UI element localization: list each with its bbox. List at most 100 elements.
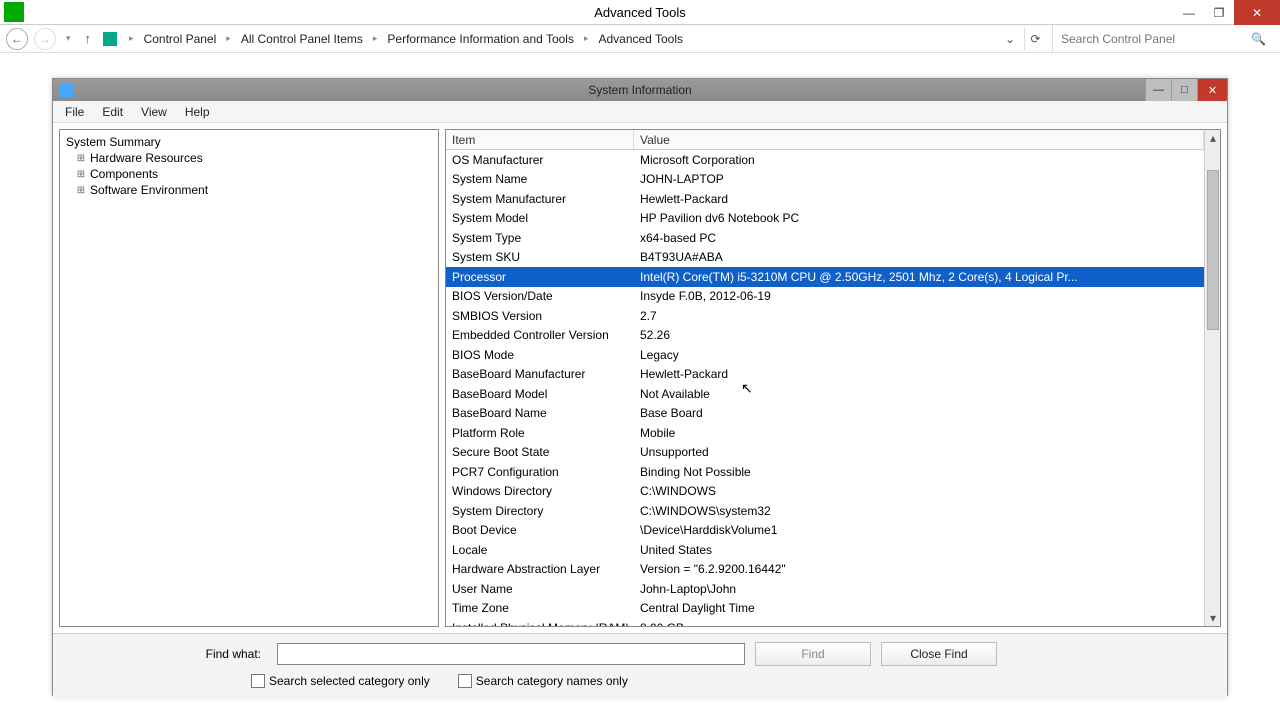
- inner-titlebar[interactable]: System Information — □ ✕: [53, 79, 1227, 101]
- table-row[interactable]: Secure Boot StateUnsupported: [446, 443, 1204, 463]
- up-button[interactable]: ↑: [81, 31, 96, 46]
- minimize-button[interactable]: —: [1174, 0, 1204, 25]
- table-row[interactable]: BaseBoard ModelNot Available: [446, 384, 1204, 404]
- table-row[interactable]: User NameJohn-Laptop\John: [446, 579, 1204, 599]
- details-header[interactable]: Item Value: [446, 130, 1204, 150]
- tree-item-software[interactable]: ⊞ Software Environment: [62, 182, 436, 198]
- table-row[interactable]: Time ZoneCentral Daylight Time: [446, 599, 1204, 619]
- close-find-button[interactable]: Close Find: [881, 642, 997, 666]
- row-value: Central Daylight Time: [634, 601, 1204, 615]
- table-row[interactable]: LocaleUnited States: [446, 540, 1204, 560]
- table-row[interactable]: System ManufacturerHewlett-Packard: [446, 189, 1204, 209]
- find-button[interactable]: Find: [755, 642, 871, 666]
- table-row[interactable]: System DirectoryC:\WINDOWS\system32: [446, 501, 1204, 521]
- table-row[interactable]: System SKUB4T93UA#ABA: [446, 248, 1204, 268]
- row-item: System Type: [446, 231, 634, 245]
- inner-close-button[interactable]: ✕: [1197, 79, 1227, 101]
- row-value: HP Pavilion dv6 Notebook PC: [634, 211, 1204, 225]
- table-row[interactable]: BIOS Version/DateInsyde F.0B, 2012-06-19: [446, 287, 1204, 307]
- scroll-down-icon[interactable]: ▾: [1205, 610, 1221, 626]
- search-input[interactable]: [1061, 32, 1231, 46]
- breadcrumb-4[interactable]: Advanced Tools: [598, 32, 683, 46]
- row-item: BIOS Version/Date: [446, 289, 634, 303]
- table-row[interactable]: BaseBoard ManufacturerHewlett-Packard: [446, 365, 1204, 385]
- tree-item-hardware[interactable]: ⊞ Hardware Resources: [62, 150, 436, 166]
- table-row[interactable]: System ModelHP Pavilion dv6 Notebook PC: [446, 209, 1204, 229]
- forward-button[interactable]: →: [34, 28, 56, 50]
- row-item: PCR7 Configuration: [446, 465, 634, 479]
- row-item: BaseBoard Name: [446, 406, 634, 420]
- inner-maximize-button[interactable]: □: [1171, 79, 1197, 101]
- back-button[interactable]: ←: [6, 28, 28, 50]
- outer-window-title: Advanced Tools: [594, 5, 686, 20]
- refresh-button[interactable]: ⟳: [1024, 28, 1046, 50]
- checkbox-icon[interactable]: [251, 674, 265, 688]
- chevron-right-icon: ▸: [125, 33, 138, 44]
- table-row[interactable]: Embedded Controller Version52.26: [446, 326, 1204, 346]
- row-item: OS Manufacturer: [446, 153, 634, 167]
- tree-item-label: Software Environment: [90, 183, 208, 197]
- row-item: Installed Physical Memory (RAM): [446, 621, 634, 626]
- row-item: BaseBoard Manufacturer: [446, 367, 634, 381]
- find-input[interactable]: [277, 643, 745, 665]
- menu-file[interactable]: File: [57, 103, 92, 121]
- row-item: System Manufacturer: [446, 192, 634, 206]
- row-value: United States: [634, 543, 1204, 557]
- address-dropdown-icon[interactable]: ⌄: [1002, 32, 1018, 46]
- table-row[interactable]: Hardware Abstraction LayerVersion = "6.2…: [446, 560, 1204, 580]
- vertical-scrollbar[interactable]: ▴ ▾: [1204, 130, 1220, 626]
- breadcrumb-2[interactable]: All Control Panel Items: [241, 32, 363, 46]
- table-row[interactable]: OS ManufacturerMicrosoft Corporation: [446, 150, 1204, 170]
- search-box[interactable]: 🔍: [1052, 25, 1274, 53]
- column-value[interactable]: Value: [634, 131, 1204, 149]
- category-tree[interactable]: System Summary ⊞ Hardware Resources ⊞ Co…: [59, 129, 439, 627]
- breadcrumb-3[interactable]: Performance Information and Tools: [387, 32, 574, 46]
- table-row[interactable]: ProcessorIntel(R) Core(TM) i5-3210M CPU …: [446, 267, 1204, 287]
- outer-titlebar: Advanced Tools — ❐ ✕: [0, 0, 1280, 25]
- maximize-button[interactable]: ❐: [1204, 0, 1234, 25]
- menu-edit[interactable]: Edit: [94, 103, 131, 121]
- checkbox-category-names[interactable]: Search category names only: [458, 674, 628, 688]
- pc-icon: [103, 32, 117, 46]
- breadcrumb-1[interactable]: Control Panel: [144, 32, 217, 46]
- table-row[interactable]: Boot Device\Device\HarddiskVolume1: [446, 521, 1204, 541]
- tree-item-components[interactable]: ⊞ Components: [62, 166, 436, 182]
- table-row[interactable]: Windows DirectoryC:\WINDOWS: [446, 482, 1204, 502]
- scroll-thumb[interactable]: [1207, 170, 1219, 330]
- row-value: Legacy: [634, 348, 1204, 362]
- expander-icon[interactable]: ⊞: [76, 153, 86, 164]
- tree-item-label: Hardware Resources: [90, 151, 203, 165]
- row-item: Time Zone: [446, 601, 634, 615]
- table-row[interactable]: BIOS ModeLegacy: [446, 345, 1204, 365]
- expander-icon[interactable]: ⊞: [76, 185, 86, 196]
- row-item: Windows Directory: [446, 484, 634, 498]
- tree-root[interactable]: System Summary: [62, 134, 436, 150]
- table-row[interactable]: BaseBoard NameBase Board: [446, 404, 1204, 424]
- row-item: System Name: [446, 172, 634, 186]
- table-row[interactable]: Installed Physical Memory (RAM)8.00 GB: [446, 618, 1204, 626]
- chevron-right-icon: ▸: [222, 33, 235, 44]
- menu-view[interactable]: View: [133, 103, 175, 121]
- row-item: Embedded Controller Version: [446, 328, 634, 342]
- row-item: BIOS Mode: [446, 348, 634, 362]
- row-value: B4T93UA#ABA: [634, 250, 1204, 264]
- checkbox-selected-category[interactable]: Search selected category only: [251, 674, 430, 688]
- table-row[interactable]: SMBIOS Version2.7: [446, 306, 1204, 326]
- inner-minimize-button[interactable]: —: [1145, 79, 1171, 101]
- column-item[interactable]: Item: [446, 131, 634, 149]
- table-row[interactable]: System NameJOHN-LAPTOP: [446, 170, 1204, 190]
- close-button[interactable]: ✕: [1234, 0, 1280, 25]
- menu-help[interactable]: Help: [177, 103, 218, 121]
- row-item: User Name: [446, 582, 634, 596]
- details-list[interactable]: Item Value OS ManufacturerMicrosoft Corp…: [446, 130, 1204, 626]
- row-value: Not Available: [634, 387, 1204, 401]
- table-row[interactable]: System Typex64-based PC: [446, 228, 1204, 248]
- table-row[interactable]: Platform RoleMobile: [446, 423, 1204, 443]
- checkbox-icon[interactable]: [458, 674, 472, 688]
- recent-dropdown-icon[interactable]: ▾: [62, 33, 75, 44]
- expander-icon[interactable]: ⊞: [76, 169, 86, 180]
- chevron-right-icon: ▸: [369, 33, 382, 44]
- row-value: 2.7: [634, 309, 1204, 323]
- scroll-up-icon[interactable]: ▴: [1205, 130, 1221, 146]
- table-row[interactable]: PCR7 ConfigurationBinding Not Possible: [446, 462, 1204, 482]
